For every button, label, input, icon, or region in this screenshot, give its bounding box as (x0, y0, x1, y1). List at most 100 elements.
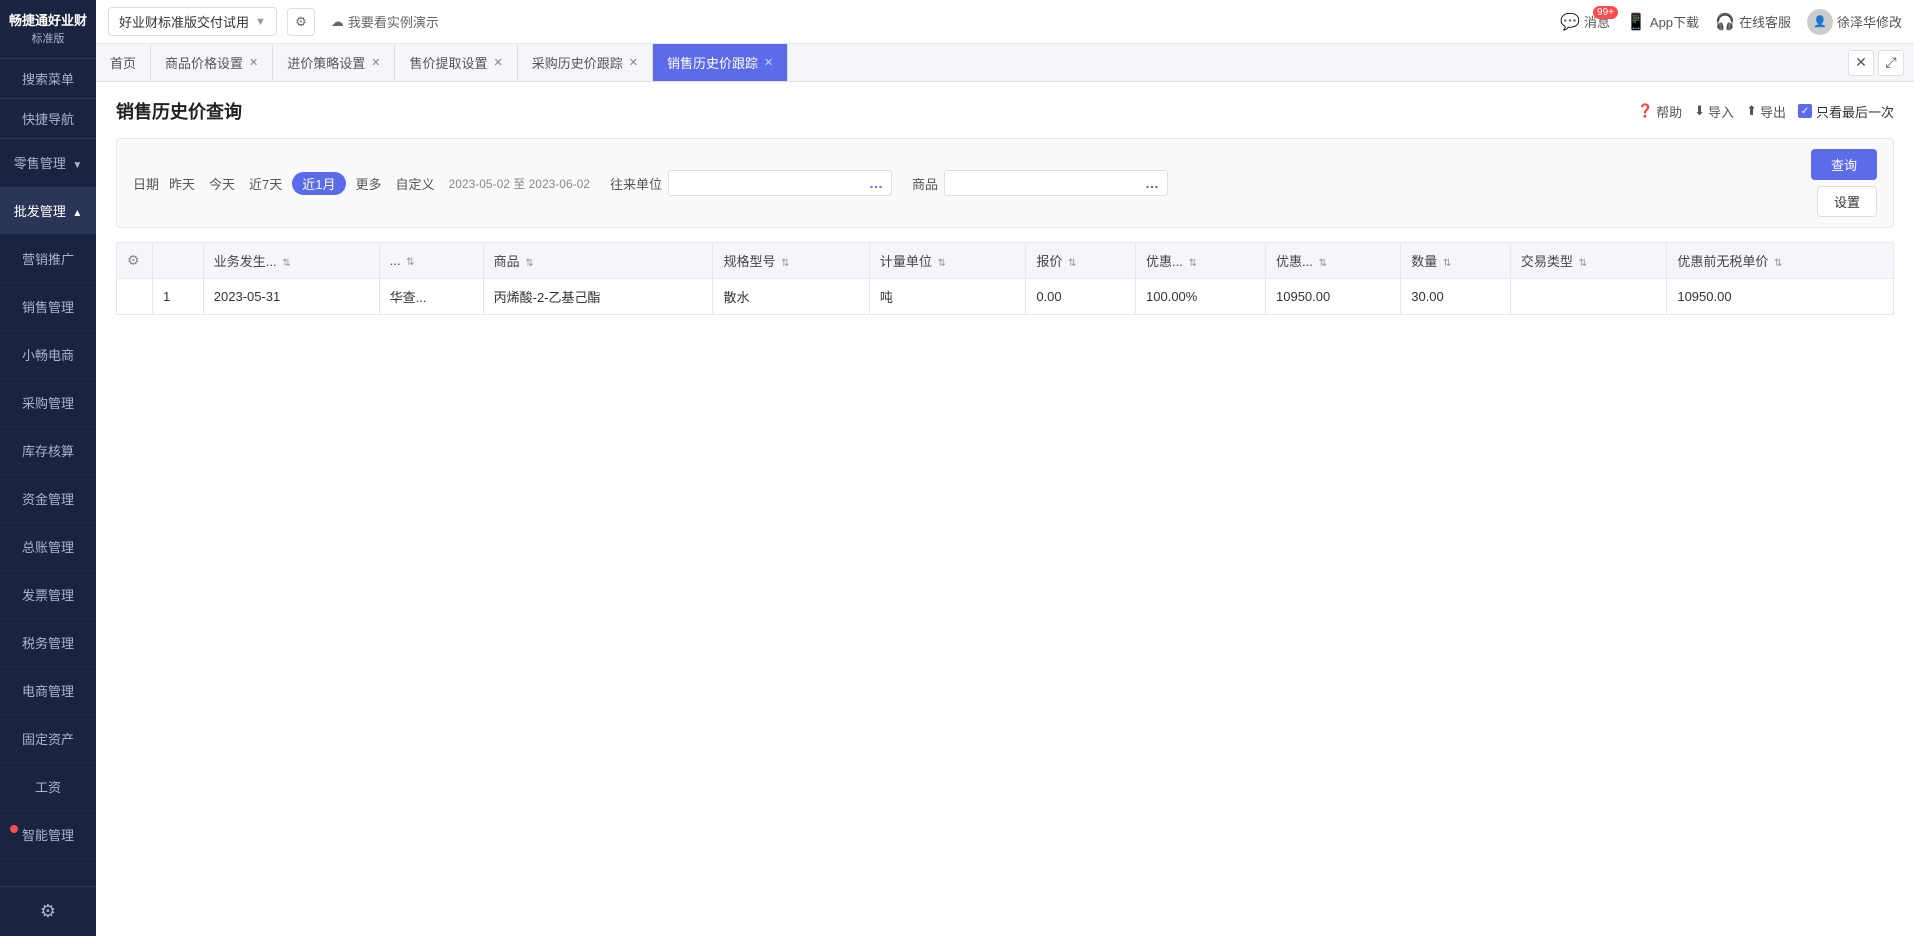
close-icon[interactable]: ✕ (764, 56, 773, 69)
sort-icon: ⇅ (1774, 258, 1782, 269)
demo-label: 我要看实例演示 (348, 12, 439, 31)
sidebar-item-small-ecommerce[interactable]: 小畅电商 (0, 331, 96, 379)
data-table: ⚙ 业务发生... ⇅ ... ⇅ 商品 ⇅ (116, 242, 1894, 315)
th-trade-type-label: 交易类型 (1521, 254, 1573, 269)
message-badge: 99+ (1593, 6, 1618, 19)
close-icon[interactable]: ✕ (494, 56, 503, 69)
topbar: 好业财标准版交付试用 ▼ ⚙ ☁ 我要看实例演示 💬 消息 99+ 📱 App下… (96, 0, 1914, 44)
sidebar-item-retail[interactable]: 零售管理 ▼ (0, 139, 96, 187)
product-filter-group: 商品 … (912, 170, 1168, 196)
filter-row: 日期 昨天 今天 近7天 近1月 更多 自定义 2023-05-02 至 202… (116, 138, 1894, 228)
product-dots-button[interactable]: … (1137, 171, 1167, 195)
user-profile-button[interactable]: 👤 徐泽华修改 (1807, 9, 1902, 35)
supplier-input-wrap: … (668, 170, 892, 196)
date-more[interactable]: 更多 (352, 172, 386, 195)
maximize-button[interactable]: ⤢ (1878, 50, 1904, 76)
th-more[interactable]: ... ⇅ (379, 243, 483, 279)
date-last7days[interactable]: 近7天 (245, 172, 286, 195)
tab-sale-extract-label: 售价提取设置 (409, 53, 487, 72)
gear-icon: ⚙ (295, 14, 307, 30)
sidebar-item-tax[interactable]: 税务管理 (0, 619, 96, 667)
demo-link[interactable]: ☁ 我要看实例演示 (331, 12, 439, 31)
tab-home-label: 首页 (110, 53, 136, 72)
import-link[interactable]: ⬇ 导入 (1694, 102, 1734, 121)
th-date[interactable]: 业务发生... ⇅ (203, 243, 379, 279)
app-download-button[interactable]: 📱 App下载 (1626, 12, 1699, 32)
sidebar-item-label: 智能管理 (22, 828, 74, 843)
topbar-setting-button[interactable]: ⚙ (287, 8, 315, 36)
settings-button[interactable]: 设置 (1817, 186, 1877, 217)
sidebar-item-assets[interactable]: 固定资产 (0, 715, 96, 763)
tab-sale-extract[interactable]: 售价提取设置 ✕ (395, 44, 517, 82)
export-link[interactable]: ⬆ 导出 (1746, 102, 1786, 121)
th-product-label: 商品 (494, 254, 520, 269)
sidebar-item-purchase[interactable]: 采购管理 (0, 379, 96, 427)
th-settings: ⚙ (117, 243, 153, 279)
th-spec[interactable]: 规格型号 ⇅ (713, 243, 869, 279)
product-input[interactable] (945, 172, 1137, 195)
headset-icon: 🎧 (1715, 12, 1735, 32)
date-today[interactable]: 今天 (205, 172, 239, 195)
sidebar-item-label: 工资 (35, 780, 61, 795)
help-icon: ❓ (1637, 103, 1653, 119)
sidebar-item-label: 总账管理 (22, 540, 74, 555)
th-product[interactable]: 商品 ⇅ (483, 243, 713, 279)
sidebar-item-finance[interactable]: 资金管理 (0, 475, 96, 523)
supplier-filter-group: 往来单位 … (610, 170, 892, 196)
date-last1month[interactable]: 近1月 (292, 172, 345, 195)
help-link[interactable]: ❓ 帮助 (1637, 102, 1682, 121)
th-price-label: 报价 (1036, 254, 1062, 269)
query-button[interactable]: 查询 (1811, 149, 1877, 180)
sidebar-item-invoice[interactable]: 发票管理 (0, 571, 96, 619)
sidebar-item-smart[interactable]: 智能管理 (0, 811, 96, 859)
sidebar-item-label: 库存核算 (22, 444, 74, 459)
th-discount1[interactable]: 优惠... ⇅ (1136, 243, 1266, 279)
tabbar: 首页 商品价格设置 ✕ 进价策略设置 ✕ 售价提取设置 ✕ 采购历史价跟踪 ✕ … (96, 44, 1914, 82)
sidebar-search[interactable]: 搜索菜单 (0, 59, 96, 99)
th-price[interactable]: 报价 ⇅ (1026, 243, 1136, 279)
message-icon: 💬 (1560, 12, 1580, 32)
date-yesterday[interactable]: 昨天 (165, 172, 199, 195)
sidebar-item-inventory[interactable]: 库存核算 (0, 427, 96, 475)
only-last-checkbox[interactable]: ✓ 只看最后一次 (1798, 102, 1894, 121)
tab-sale-history[interactable]: 销售历史价跟踪 ✕ (653, 44, 788, 82)
tab-home[interactable]: 首页 (96, 44, 151, 82)
th-qty-label: 数量 (1411, 254, 1437, 269)
gear-icon: ⚙ (40, 901, 56, 921)
sidebar: 畅捷通好业财 标准版 搜索菜单 快捷导航 零售管理 ▼ 批发管理 ▲ 营销推广 … (0, 0, 96, 936)
tab-price-setting[interactable]: 商品价格设置 ✕ (151, 44, 273, 82)
sidebar-item-sales[interactable]: 销售管理 (0, 283, 96, 331)
close-icon[interactable]: ✕ (629, 56, 638, 69)
tab-purchase-strategy[interactable]: 进价策略设置 ✕ (273, 44, 395, 82)
sort-icon: ⇅ (406, 257, 414, 268)
version-selector[interactable]: 好业财标准版交付试用 ▼ (108, 7, 277, 36)
sort-icon: ⇅ (282, 258, 290, 269)
sidebar-quicknav[interactable]: 快捷导航 (0, 99, 96, 139)
sidebar-item-ecommerce[interactable]: 电商管理 (0, 667, 96, 715)
gear-icon[interactable]: ⚙ (127, 252, 140, 268)
message-button[interactable]: 💬 消息 99+ (1560, 12, 1610, 32)
th-notax-price-label: 优惠前无税单价 (1677, 254, 1768, 269)
sidebar-item-ledger[interactable]: 总账管理 (0, 523, 96, 571)
supplier-dots-button[interactable]: … (861, 171, 891, 195)
sidebar-item-marketing[interactable]: 营销推广 (0, 235, 96, 283)
close-tab-button[interactable]: ✕ (1848, 50, 1874, 76)
close-icon[interactable]: ✕ (371, 56, 380, 69)
date-custom[interactable]: 自定义 (392, 172, 439, 195)
close-icon[interactable]: ✕ (249, 56, 258, 69)
online-service-button[interactable]: 🎧 在线客服 (1715, 12, 1791, 32)
tab-purchase-history[interactable]: 采购历史价跟踪 ✕ (518, 44, 653, 82)
sidebar-item-salary[interactable]: 工资 (0, 763, 96, 811)
td-spec: 散水 (713, 279, 869, 315)
th-discount2[interactable]: 优惠... ⇅ (1266, 243, 1401, 279)
sidebar-settings-button[interactable]: ⚙ (0, 886, 96, 936)
th-unit[interactable]: 计量单位 ⇅ (869, 243, 1025, 279)
td-date: 2023-05-31 (203, 279, 379, 315)
supplier-input[interactable] (669, 172, 861, 195)
th-qty[interactable]: 数量 ⇅ (1401, 243, 1511, 279)
sidebar-item-label: 固定资产 (22, 732, 74, 747)
th-notax-price[interactable]: 优惠前无税单价 ⇅ (1667, 243, 1894, 279)
th-trade-type[interactable]: 交易类型 ⇅ (1510, 243, 1666, 279)
sidebar-item-wholesale[interactable]: 批发管理 ▲ (0, 187, 96, 235)
page-content: 销售历史价查询 ❓ 帮助 ⬇ 导入 ⬆ 导出 ✓ 只看最后一次 (96, 82, 1914, 936)
